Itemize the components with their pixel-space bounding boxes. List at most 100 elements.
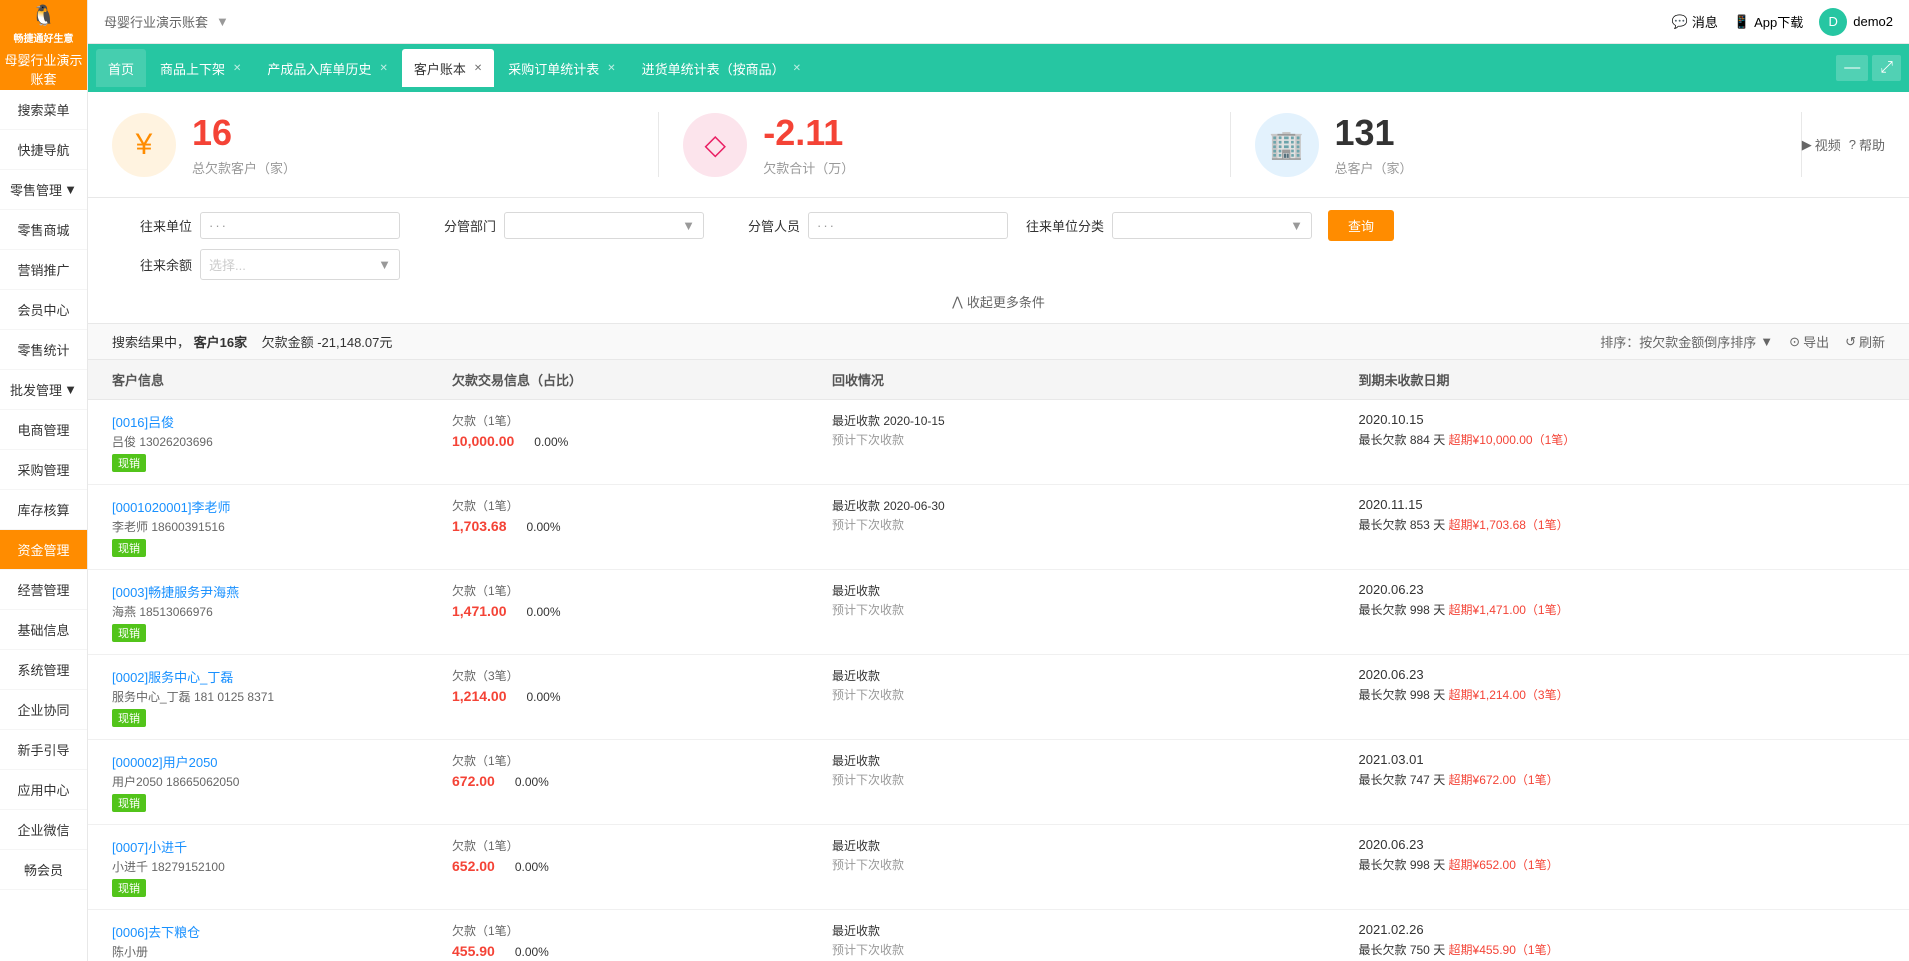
sidebar-item-retail-mall[interactable]: 零售商城 xyxy=(0,210,87,250)
filter-input-source-unit[interactable]: ··· xyxy=(200,212,400,239)
tab-home[interactable]: 首页 xyxy=(96,49,146,87)
refresh-btn[interactable]: ↺ 刷新 xyxy=(1845,332,1885,351)
sidebar-item-vip[interactable]: 畅会员 xyxy=(0,850,87,890)
col-header-due-date: 到期未收款日期 xyxy=(1359,370,1886,389)
maximize-btn[interactable]: ⤢ xyxy=(1872,55,1901,81)
sidebar-item-search-menu[interactable]: 搜索菜单 xyxy=(0,90,87,130)
customer-phone: 李老师 18600391516 xyxy=(112,518,452,535)
sidebar-item-marketing[interactable]: 营销推广 xyxy=(0,250,87,290)
sidebar-item-operations[interactable]: 经营管理 xyxy=(0,570,87,610)
filter-select-unit-category[interactable]: ▼ xyxy=(1112,212,1312,239)
sidebar-item-purchase[interactable]: 采购管理 xyxy=(0,450,87,490)
table-row: [0003]畅捷服务尹海燕 海燕 18513066976 现销 欠款（1笔） 1… xyxy=(88,570,1909,655)
close-icon-3[interactable]: ✕ xyxy=(474,63,482,74)
export-btn[interactable]: ⊙ 导出 xyxy=(1789,332,1829,351)
overdue-info: 最长欠款 853 天 超期¥1,703.68（1笔） xyxy=(1359,516,1886,533)
company-selector[interactable]: 母婴行业演示账套 ▼ xyxy=(104,12,229,31)
customer-tag: 现销 xyxy=(112,539,146,557)
debt-amount[interactable]: 1,703.68 xyxy=(452,518,507,534)
sort-selector[interactable]: 排序：按欠款金额倒序排序 ▼ xyxy=(1600,332,1773,351)
overdue-days: 最长欠款 853 天 xyxy=(1359,518,1449,532)
stat-card-debt-customers: ¥ 16 总欠款客户（家） xyxy=(112,112,659,177)
close-icon-1[interactable]: ✕ xyxy=(233,63,241,74)
app-download-btn[interactable]: 📱 App下载 xyxy=(1734,12,1803,31)
customer-name-link[interactable]: [0001020001]李老师 xyxy=(112,497,452,516)
tab-customer-account[interactable]: 客户账本 ✕ xyxy=(402,49,494,87)
tab-production-history[interactable]: 产成品入库单历史 ✕ xyxy=(255,49,399,87)
sidebar-item-app-center[interactable]: 应用中心 xyxy=(0,770,87,810)
debt-amount[interactable]: 1,214.00 xyxy=(452,688,507,704)
sidebar-item-batch-mgmt[interactable]: 批发管理 ▼ xyxy=(0,370,87,410)
table-row: [000002]用户2050 用户2050 18665062050 现销 欠款（… xyxy=(88,740,1909,825)
customer-name-link[interactable]: [000002]用户2050 xyxy=(112,752,452,771)
debt-desc: 欠款（1笔） xyxy=(452,922,832,939)
customer-name-link[interactable]: [0006]去下粮仓 xyxy=(112,922,452,941)
customer-name-link[interactable]: [0016]吕俊 xyxy=(112,412,452,431)
sidebar-item-guide[interactable]: 新手引导 xyxy=(0,730,87,770)
overdue-amount-link[interactable]: 超期¥1,214.00（3笔） xyxy=(1449,688,1569,702)
sidebar-item-quick-nav[interactable]: 快捷导航 xyxy=(0,130,87,170)
header-right: 💬 消息 📱 App下载 D demo2 xyxy=(1672,8,1893,36)
filter-label-source-unit: 往来单位 xyxy=(112,216,192,235)
message-btn[interactable]: 💬 消息 xyxy=(1672,12,1718,31)
search-button[interactable]: 查询 xyxy=(1328,210,1394,241)
last-payment: 最近收款 xyxy=(832,837,1359,854)
sidebar: 🐧 畅捷通好生意 母婴行业演示账套 搜索菜单 快捷导航 零售管理 ▼ 零售商城 … xyxy=(0,0,88,961)
close-icon-5[interactable]: ✕ xyxy=(793,63,801,74)
message-icon: 💬 xyxy=(1672,14,1688,30)
sidebar-item-member[interactable]: 会员中心 xyxy=(0,290,87,330)
filter-select-dept[interactable]: ▼ xyxy=(504,212,704,239)
overdue-amount-link[interactable]: 超期¥455.90（1笔） xyxy=(1449,943,1559,957)
filter-select-balance[interactable]: 选择... ▼ xyxy=(200,249,400,280)
next-payment: 预计下次收款 xyxy=(832,771,1359,788)
sidebar-item-ecommerce[interactable]: 电商管理 xyxy=(0,410,87,450)
company-name[interactable]: 母婴行业演示账套 xyxy=(0,48,87,90)
filter-input-manager[interactable]: ··· xyxy=(808,212,1008,239)
debt-amount[interactable]: 1,471.00 xyxy=(452,603,507,619)
due-date-cell: 2020.06.23 最长欠款 998 天 超期¥1,214.00（3笔） xyxy=(1359,667,1886,727)
debt-amount[interactable]: 455.90 xyxy=(452,943,495,959)
stat-info-debt: 16 总欠款客户（家） xyxy=(192,112,296,177)
sidebar-item-retail-stats[interactable]: 零售统计 xyxy=(0,330,87,370)
sidebar-item-basic-info[interactable]: 基础信息 xyxy=(0,610,87,650)
help-icon: ? xyxy=(1849,137,1856,152)
debt-amount[interactable]: 10,000.00 xyxy=(452,433,514,449)
video-btn[interactable]: ▶ 视频 xyxy=(1802,135,1841,154)
help-btn[interactable]: ? 帮助 xyxy=(1849,135,1885,154)
customer-phone: 服务中心_丁磊 181 0125 8371 xyxy=(112,688,452,705)
tab-nav-actions: — ⤢ xyxy=(1836,55,1901,81)
close-icon-2[interactable]: ✕ xyxy=(379,63,387,74)
sidebar-item-finance[interactable]: 资金管理 xyxy=(0,530,87,570)
customer-name-link[interactable]: [0002]服务中心_丁磊 xyxy=(112,667,452,686)
next-payment: 预计下次收款 xyxy=(832,431,1359,448)
customer-name-link[interactable]: [0003]畅捷服务尹海燕 xyxy=(112,582,452,601)
avatar: D xyxy=(1819,8,1847,36)
due-date-cell: 2020.11.15 最长欠款 853 天 超期¥1,703.68（1笔） xyxy=(1359,497,1886,557)
sidebar-item-system[interactable]: 系统管理 xyxy=(0,650,87,690)
tab-products-off[interactable]: 商品上下架 ✕ xyxy=(148,49,253,87)
sidebar-item-enterprise-wx[interactable]: 企业微信 xyxy=(0,810,87,850)
overdue-amount-link[interactable]: 超期¥1,471.00（1笔） xyxy=(1449,603,1569,617)
overdue-amount-link[interactable]: 超期¥652.00（1笔） xyxy=(1449,858,1559,872)
filter-label-unit-category: 往来单位分类 xyxy=(1024,216,1104,235)
debt-percent: 0.00% xyxy=(515,945,549,959)
debt-percent: 0.00% xyxy=(527,690,561,704)
debt-amount[interactable]: 652.00 xyxy=(452,858,495,874)
sidebar-item-inventory[interactable]: 库存核算 xyxy=(0,490,87,530)
user-menu[interactable]: D demo2 xyxy=(1819,8,1893,36)
overdue-amount-link[interactable]: 超期¥10,000.00（1笔） xyxy=(1449,433,1576,447)
collapse-button[interactable]: ⋀ 收起更多条件 xyxy=(952,292,1045,311)
customer-info-cell: [000002]用户2050 用户2050 18665062050 现销 xyxy=(112,752,452,812)
close-icon-4[interactable]: ✕ xyxy=(607,63,615,74)
stat-value-debt-amount: -2.11 xyxy=(763,112,854,154)
overdue-amount-link[interactable]: 超期¥1,703.68（1笔） xyxy=(1449,518,1569,532)
sidebar-item-retail-mgmt[interactable]: 零售管理 ▼ xyxy=(0,170,87,210)
sidebar-item-enterprise[interactable]: 企业协同 xyxy=(0,690,87,730)
tab-import-stats[interactable]: 进货单统计表（按商品） ✕ xyxy=(630,49,813,87)
overdue-amount-link[interactable]: 超期¥672.00（1笔） xyxy=(1449,773,1559,787)
due-date-value: 2020.06.23 xyxy=(1359,667,1886,682)
customer-name-link[interactable]: [0007]小进千 xyxy=(112,837,452,856)
minimize-btn[interactable]: — xyxy=(1836,55,1868,81)
tab-purchase-order[interactable]: 采购订单统计表 ✕ xyxy=(496,49,627,87)
debt-amount[interactable]: 672.00 xyxy=(452,773,495,789)
